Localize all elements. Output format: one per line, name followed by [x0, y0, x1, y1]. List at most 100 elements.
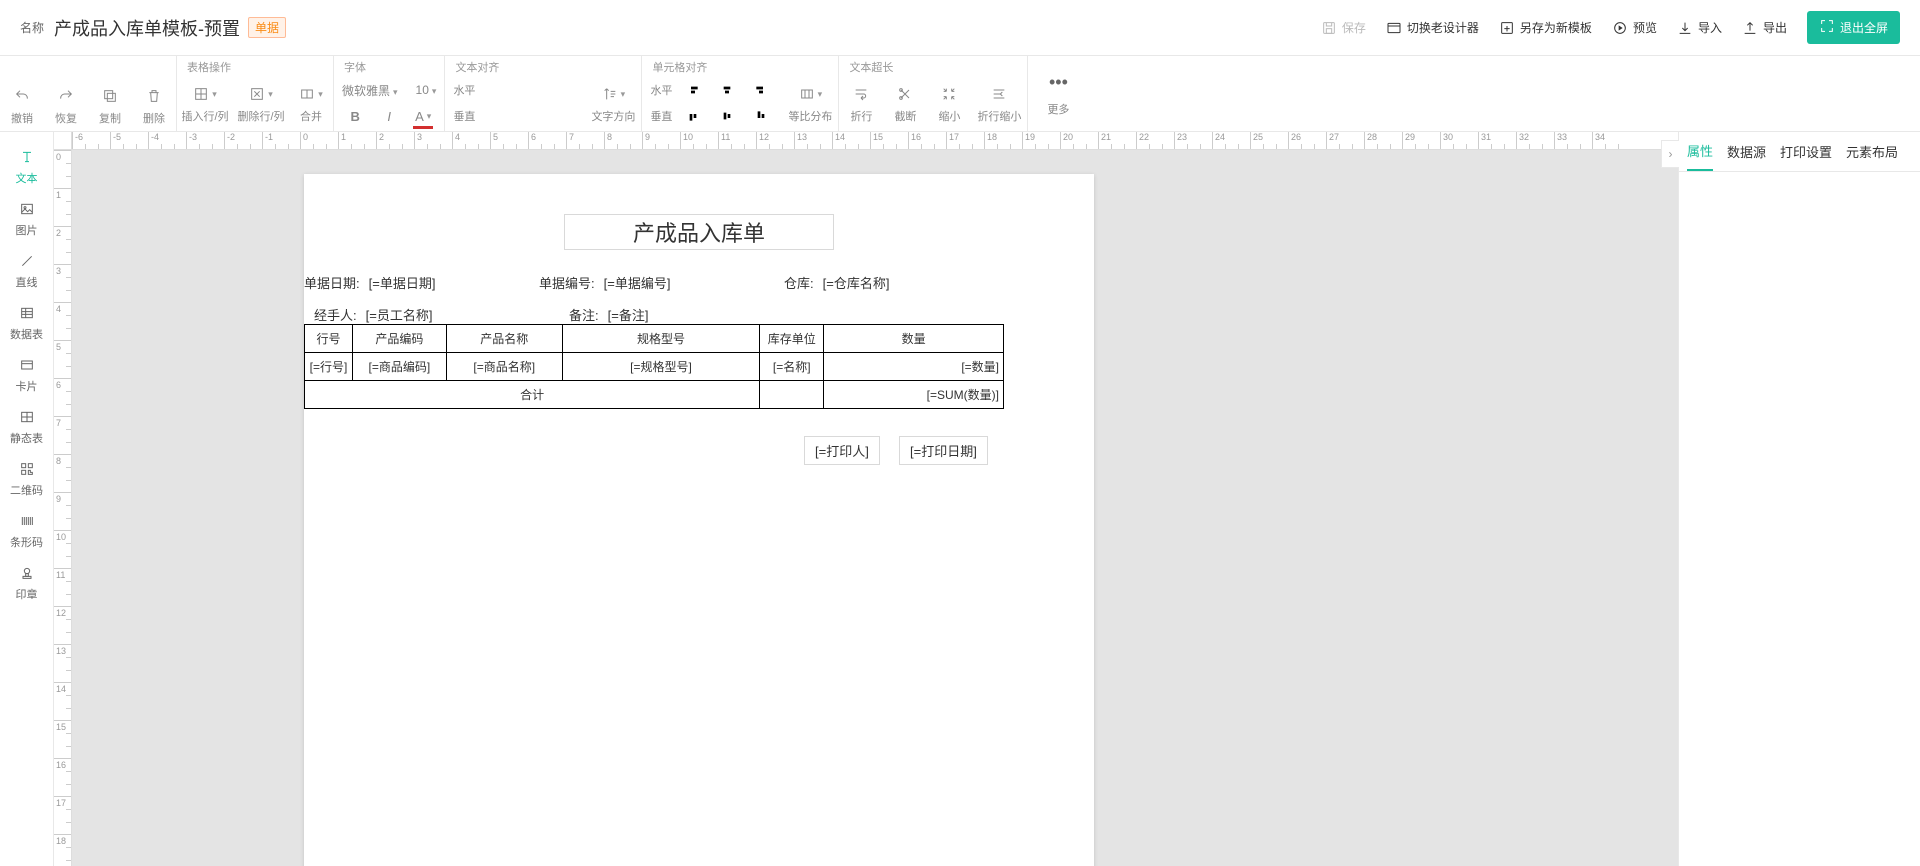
font-family-select[interactable]: 微软雅黑▾	[342, 82, 398, 99]
shrink-button[interactable]: 缩小	[927, 75, 971, 131]
ruler-vertical: 0123456789101112131415161718	[54, 150, 72, 866]
tool-stamp[interactable]: 印章	[0, 556, 54, 608]
preview-label: 预览	[1633, 19, 1657, 36]
preview-icon	[1612, 20, 1628, 36]
wrap-shrink-button[interactable]: 折行缩小	[971, 75, 1027, 131]
canvas[interactable]: 产成品入库单 单据日期: [=单据日期] 单据编号: [=单据编号] 仓库: […	[72, 150, 1920, 866]
text-direction-button[interactable]: ▾文字方向	[585, 75, 641, 131]
tool-static-table[interactable]: 静态表	[0, 400, 54, 452]
td-name[interactable]: [=商品名称]	[446, 353, 562, 381]
export-label: 导出	[1763, 19, 1787, 36]
more-icon: •••	[1049, 71, 1068, 95]
tool-card[interactable]: 卡片	[0, 348, 54, 400]
save-button[interactable]: 保存	[1321, 19, 1366, 36]
badge-doc-type: 单据	[248, 17, 286, 38]
td-spec[interactable]: [=规格型号]	[562, 353, 760, 381]
trash-icon	[146, 84, 162, 108]
cell-valign-top-button[interactable]	[680, 105, 706, 127]
ruler-horizontal: -6-5-4-3-2-10123456789101112131415161718…	[72, 132, 1920, 150]
font-color-button[interactable]: A▾	[410, 105, 436, 127]
redo-button[interactable]: 恢复	[44, 77, 88, 133]
td-code[interactable]: [=商品编码]	[352, 353, 446, 381]
table-data-row[interactable]: [=行号] [=商品编码] [=商品名称] [=规格型号] [=名称] [=数量…	[305, 353, 1004, 381]
import-label: 导入	[1698, 19, 1722, 36]
switch-designer-button[interactable]: 切换老设计器	[1386, 19, 1479, 36]
th-qty[interactable]: 数量	[824, 325, 1004, 353]
collapse-panel-button[interactable]: ›	[1661, 140, 1679, 168]
wrap-shrink-icon	[991, 82, 1007, 106]
td-total-label[interactable]: 合计	[305, 381, 760, 409]
cell-valign-middle-button[interactable]	[714, 105, 740, 127]
merge-button[interactable]: ▾合并	[289, 75, 333, 131]
table-header-row[interactable]: 行号 产品编码 产品名称 规格型号 库存单位 数量	[305, 325, 1004, 353]
cut-icon	[897, 82, 913, 106]
page[interactable]: 产成品入库单 单据日期: [=单据日期] 单据编号: [=单据编号] 仓库: […	[304, 174, 1094, 866]
group-cell-align: 单元格对齐	[642, 56, 838, 75]
td-qty[interactable]: [=数量]	[824, 353, 1004, 381]
valign-bottom-button[interactable]	[551, 105, 577, 127]
th-rownum[interactable]: 行号	[305, 325, 353, 353]
font-size-select[interactable]: 10▾	[416, 83, 437, 97]
td-total-empty[interactable]	[760, 381, 824, 409]
exit-fullscreen-button[interactable]: 退出全屏	[1807, 11, 1900, 44]
tab-element-layout[interactable]: 元素布局	[1846, 133, 1898, 170]
tool-qrcode[interactable]: 二维码	[0, 452, 54, 504]
copy-button[interactable]: 复制	[88, 77, 132, 133]
doc-title[interactable]: 产成品入库单	[564, 214, 834, 250]
td-unit[interactable]: [=名称]	[760, 353, 824, 381]
tool-line[interactable]: 直线	[0, 244, 54, 296]
undo-button[interactable]: 撤销	[0, 77, 44, 133]
th-unit[interactable]: 库存单位	[760, 325, 824, 353]
exit-fullscreen-icon	[1819, 18, 1835, 37]
bold-button[interactable]: B	[342, 105, 368, 127]
tool-barcode[interactable]: 条形码	[0, 504, 54, 556]
group-table-ops: 表格操作	[177, 56, 333, 75]
italic-button[interactable]: I	[376, 105, 402, 127]
data-table[interactable]: 行号 产品编码 产品名称 规格型号 库存单位 数量 [=行号] [=商品编码] …	[304, 324, 1004, 409]
tab-properties[interactable]: 属性	[1687, 132, 1713, 171]
td-total-value[interactable]: [=SUM(数量)]	[824, 381, 1004, 409]
cell-align-left-button[interactable]	[680, 79, 706, 101]
align-right-button[interactable]	[551, 79, 577, 101]
tab-print-settings[interactable]: 打印设置	[1780, 133, 1832, 170]
valign-middle-button[interactable]	[517, 105, 543, 127]
redo-icon	[58, 84, 74, 108]
tool-image[interactable]: 图片	[0, 192, 54, 244]
field-bill-no[interactable]: 单据编号: [=单据编号]	[539, 269, 675, 295]
line-icon	[19, 250, 35, 272]
footer-printer[interactable]: [=打印人]	[804, 436, 880, 465]
delete-button[interactable]: 删除	[132, 77, 176, 133]
equal-distribute-button[interactable]: ▾等比分布	[782, 75, 838, 131]
more-button[interactable]: ••• 更多	[1028, 56, 1088, 131]
cell-align-center-button[interactable]	[714, 79, 740, 101]
switch-designer-label: 切换老设计器	[1407, 19, 1479, 36]
save-as-template-button[interactable]: 另存为新模板	[1499, 19, 1592, 36]
insert-row-col-button[interactable]: ▾插入行/列	[177, 75, 233, 131]
export-button[interactable]: 导出	[1742, 19, 1787, 36]
th-name[interactable]: 产品名称	[446, 325, 562, 353]
truncate-button[interactable]: 截断	[883, 75, 927, 131]
align-center-button[interactable]	[517, 79, 543, 101]
th-spec[interactable]: 规格型号	[562, 325, 760, 353]
valign-top-button[interactable]	[483, 105, 509, 127]
field-bill-date[interactable]: 单据日期: [=单据日期]	[304, 269, 440, 295]
shrink-icon	[941, 82, 957, 106]
preview-button[interactable]: 预览	[1612, 19, 1657, 36]
align-left-button[interactable]	[483, 79, 509, 101]
table-total-row[interactable]: 合计 [=SUM(数量)]	[305, 381, 1004, 409]
footer-print-date[interactable]: [=打印日期]	[899, 436, 988, 465]
group-overflow: 文本超长	[839, 56, 1027, 75]
th-code[interactable]: 产品编码	[352, 325, 446, 353]
field-warehouse[interactable]: 仓库: [=仓库名称]	[784, 269, 894, 295]
td-rownum[interactable]: [=行号]	[305, 353, 353, 381]
import-button[interactable]: 导入	[1677, 19, 1722, 36]
tool-text[interactable]: 文本	[0, 140, 54, 192]
tool-data-table[interactable]: 数据表	[0, 296, 54, 348]
cell-valign-bottom-button[interactable]	[748, 105, 774, 127]
data-table-icon	[19, 302, 35, 324]
delete-row-col-button[interactable]: ▾删除行/列	[233, 75, 289, 131]
tab-datasource[interactable]: 数据源	[1727, 133, 1766, 170]
save-icon	[1321, 20, 1337, 36]
cell-align-right-button[interactable]	[748, 79, 774, 101]
wrap-button[interactable]: 折行	[839, 75, 883, 131]
